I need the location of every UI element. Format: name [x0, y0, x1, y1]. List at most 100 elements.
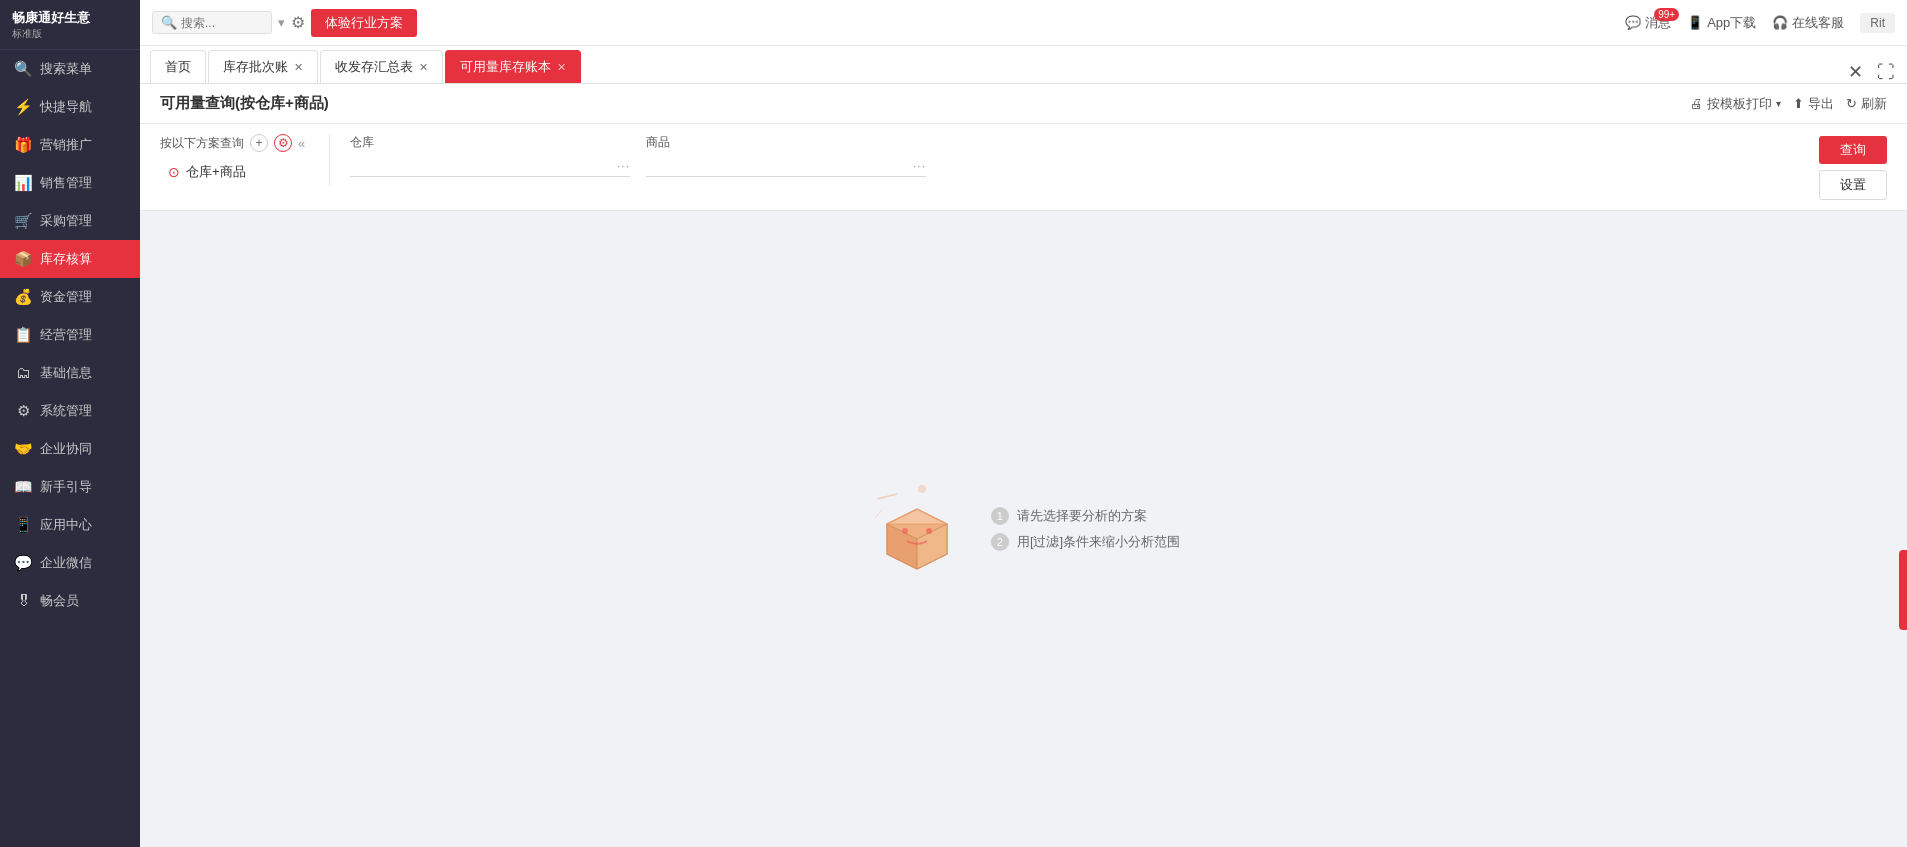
sidebar-item-operations[interactable]: 📋 经营管理 — [0, 316, 140, 354]
sidebar-label-basic: 基础信息 — [40, 364, 92, 382]
sidebar-icon-finance: 💰 — [14, 288, 32, 306]
content-area: 可用量查询(按仓库+商品) 🖨 按模板打印 ▾ ⬆ 导出 ↻ 刷新 — [140, 84, 1907, 847]
refresh-action[interactable]: ↻ 刷新 — [1846, 95, 1887, 113]
user-avatar[interactable]: Rit — [1860, 13, 1895, 33]
sidebar-logo: 畅康通好生意 标准版 — [0, 0, 140, 50]
sidebar-item-vip[interactable]: 🎖畅会员 — [0, 582, 140, 620]
sidebar-icon-cooperation: 🤝 — [14, 440, 32, 458]
sidebar-label-shortcut: 快捷导航 — [40, 98, 92, 116]
sidebar-scroll: 🔍搜索菜单 ⚡ 快捷导航 🎁 营销推广 📊销售管理🛒采购管理📦库存核算💰资金管理 📋 经营管理… — [0, 50, 140, 847]
sidebar-item-search[interactable]: 🔍搜索菜单 — [0, 50, 140, 88]
tab-close-receipt_summary[interactable]: ✕ — [419, 61, 428, 74]
sidebar-item-purchase[interactable]: 🛒采购管理 — [0, 202, 140, 240]
tab-home[interactable]: 首页 — [150, 50, 206, 83]
query-btn[interactable]: 查询 — [1819, 136, 1887, 164]
sidebar-icon-shortcut: ⚡ — [14, 98, 32, 116]
headset-icon: 🎧 — [1772, 15, 1788, 30]
svg-line-6 — [877, 494, 897, 499]
sidebar-label-vip: 畅会员 — [40, 592, 79, 610]
app-name: 畅康通好生意 — [12, 10, 128, 27]
export-label: 导出 — [1808, 95, 1834, 113]
refresh-icon: ↻ — [1846, 96, 1857, 111]
sidebar-label-system: 系统管理 — [40, 402, 92, 420]
tabs-bar: 首页 库存批次账 ✕ 收发存汇总表 ✕ 可用量库存账本 ✕ ✕ ⛶ — [140, 46, 1907, 84]
topbar-gear-icon[interactable]: ⚙ — [291, 13, 305, 32]
sidebar-item-marketing_promo[interactable]: 🎁 营销推广 — [0, 126, 140, 164]
filter-field-warehouse: 仓库 ··· — [350, 134, 630, 177]
tip-num-2: 2 — [991, 533, 1009, 551]
right-scrollbar — [1899, 550, 1907, 630]
warehouse-label: 仓库 — [350, 134, 630, 151]
message-icon: 💬 — [1625, 15, 1641, 30]
sidebar-item-cooperation[interactable]: 🤝 企业协同 — [0, 430, 140, 468]
filter-option-warehouse-goods[interactable]: ⊙ 仓库+商品 — [160, 158, 317, 186]
query-actions: 查询 设置 — [1819, 134, 1887, 200]
expand-tab-btn[interactable]: ⛶ — [1873, 62, 1899, 83]
empty-tip-1: 1 请先选择要分析的方案 — [991, 507, 1180, 525]
message-item[interactable]: 💬 消息 99+ — [1625, 14, 1671, 32]
sidebar-icon-operations: 📋 — [14, 326, 32, 344]
filter-section-label: 按以下方案查询 + ⚙ « — [160, 134, 317, 152]
tip-text-1: 请先选择要分析的方案 — [1017, 507, 1147, 525]
sidebar-label-operations: 经营管理 — [40, 326, 92, 344]
app-download-item[interactable]: 📱 App下载 — [1687, 14, 1756, 32]
sidebar-item-basic[interactable]: 🗂基础信息 — [0, 354, 140, 392]
tab-batch[interactable]: 库存批次账 ✕ — [208, 50, 318, 83]
sidebar-item-newbie[interactable]: 📖 新手引导 — [0, 468, 140, 506]
industry-btn[interactable]: 体验行业方案 — [311, 9, 417, 37]
sidebar-label-marketing_promo: 营销推广 — [40, 136, 92, 154]
sidebar-icon-inventory: 📦 — [14, 250, 32, 268]
tab-label-available_ledger: 可用量库存账本 — [460, 58, 551, 76]
sidebar-item-system[interactable]: ⚙系统管理 — [0, 392, 140, 430]
sidebar-item-inventory[interactable]: 📦库存核算 — [0, 240, 140, 278]
app-download-label: App下载 — [1707, 14, 1756, 32]
print-label: 按模板打印 — [1707, 95, 1772, 113]
sidebar-icon-marketing_promo: 🎁 — [14, 136, 32, 154]
sidebar-item-sales[interactable]: 📊销售管理 — [0, 164, 140, 202]
print-template-action[interactable]: 🖨 按模板打印 ▾ — [1690, 95, 1781, 113]
topbar-right: 💬 消息 99+ 📱 App下载 🎧 在线客服 Rit — [1625, 13, 1895, 33]
warehouse-more-btn[interactable]: ··· — [617, 159, 630, 173]
export-action[interactable]: ⬆ 导出 — [1793, 95, 1834, 113]
topbar-search-box[interactable]: 🔍 — [152, 11, 272, 34]
tab-close-batch[interactable]: ✕ — [294, 61, 303, 74]
goods-input[interactable] — [646, 158, 909, 173]
tab-close-available_ledger[interactable]: ✕ — [557, 61, 566, 74]
topbar-search-input[interactable] — [181, 16, 261, 30]
sidebar-icon-wechat: 💬 — [14, 554, 32, 572]
tab-label-home: 首页 — [165, 58, 191, 76]
topbar: 🔍 ▾ ⚙ 体验行业方案 💬 消息 99+ 📱 App下载 🎧 在线客服 Rit — [140, 0, 1907, 46]
sidebar-icon-sales: 📊 — [14, 174, 32, 192]
topbar-dropdown-icon[interactable]: ▾ — [278, 15, 285, 30]
sidebar-label-newbie: 新手引导 — [40, 478, 92, 496]
warehouse-goods-icon: ⊙ — [168, 164, 180, 180]
filter-settings-icon[interactable]: ⚙ — [274, 134, 292, 152]
sidebar-label-cooperation: 企业协同 — [40, 440, 92, 458]
filter-add-btn[interactable]: + — [250, 134, 268, 152]
settings-btn[interactable]: 设置 — [1819, 170, 1887, 200]
warehouse-input-wrap[interactable]: ··· — [350, 155, 630, 177]
svg-point-4 — [902, 528, 908, 534]
filter-collapse-btn[interactable]: « — [298, 136, 305, 151]
tip-text-2: 用[过滤]条件来缩小分析范围 — [1017, 533, 1180, 551]
sidebar-label-wechat: 企业微信 — [40, 554, 92, 572]
tabs-right: ✕ ⛶ — [1844, 61, 1907, 83]
goods-more-btn[interactable]: ··· — [913, 159, 926, 173]
sidebar-icon-newbie: 📖 — [14, 478, 32, 496]
sidebar-item-app_center[interactable]: 📱应用中心 — [0, 506, 140, 544]
tab-receipt_summary[interactable]: 收发存汇总表 ✕ — [320, 50, 443, 83]
tab-available_ledger[interactable]: 可用量库存账本 ✕ — [445, 50, 581, 83]
warehouse-input[interactable] — [350, 158, 613, 173]
sidebar-item-wechat[interactable]: 💬 企业微信 — [0, 544, 140, 582]
sidebar-item-shortcut[interactable]: ⚡ 快捷导航 — [0, 88, 140, 126]
close-tab-btn[interactable]: ✕ — [1844, 61, 1867, 83]
tab-label-receipt_summary: 收发存汇总表 — [335, 58, 413, 76]
topbar-left: 🔍 ▾ ⚙ 体验行业方案 — [152, 9, 1617, 37]
sidebar-item-finance[interactable]: 💰资金管理 — [0, 278, 140, 316]
tab-label-batch: 库存批次账 — [223, 58, 288, 76]
filter-field-goods: 商品 ··· — [646, 134, 926, 177]
sidebar: 畅康通好生意 标准版 🔍搜索菜单 ⚡ 快捷导航 🎁 营销推广 📊销售管理🛒采购管理📦库存核… — [0, 0, 140, 847]
goods-input-wrap[interactable]: ··· — [646, 155, 926, 177]
customer-service-item[interactable]: 🎧 在线客服 — [1772, 14, 1844, 32]
empty-tips: 1 请先选择要分析的方案 2 用[过滤]条件来缩小分析范围 — [991, 507, 1180, 551]
